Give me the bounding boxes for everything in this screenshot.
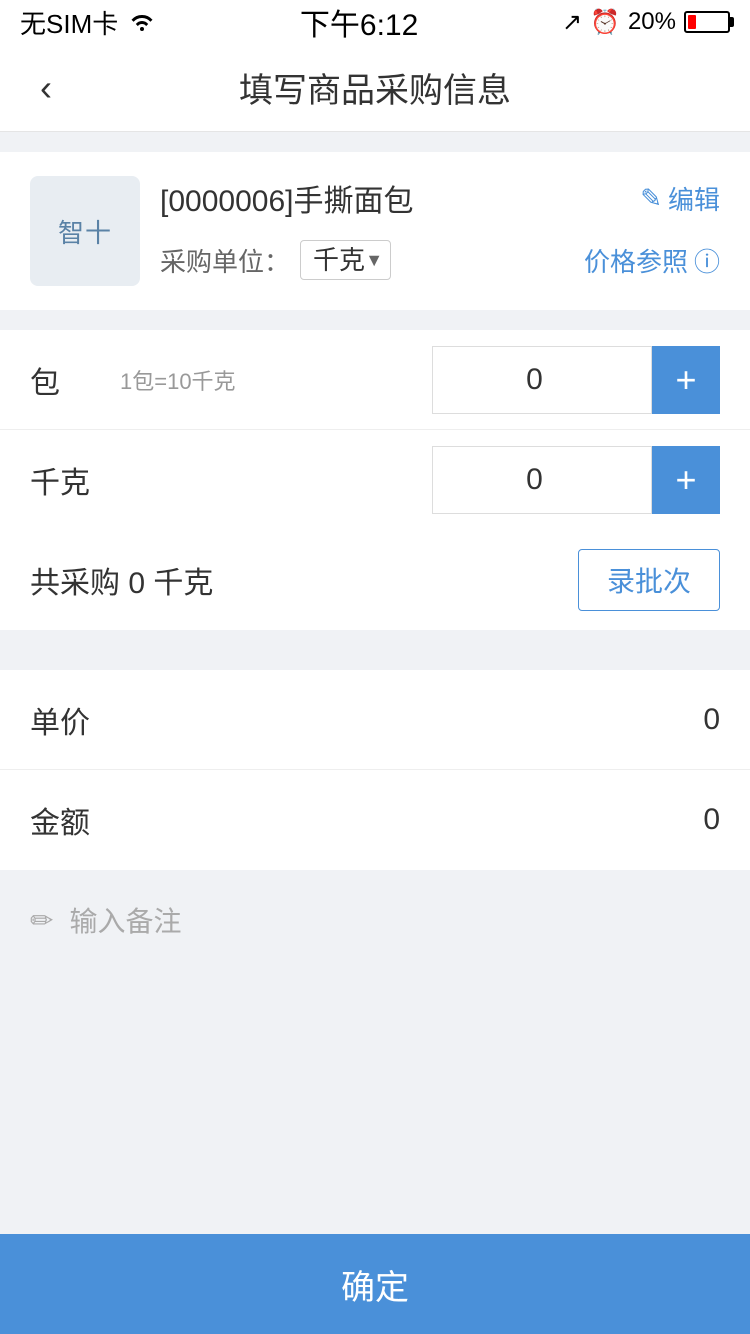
product-image-text: 智十	[58, 213, 112, 250]
product-card: 智十 [0000006]手撕面包 ✎ 编辑 采购单位： 千克 价格参照 ⓘ	[0, 152, 750, 310]
back-button[interactable]: ‹	[30, 57, 62, 119]
kg-plus-button[interactable]: +	[652, 446, 720, 514]
pencil-icon: ✏	[30, 904, 53, 937]
unit-price-value: 0	[703, 703, 720, 737]
kg-input-row: 千克 +	[0, 430, 750, 530]
location-icon: ↗	[562, 8, 582, 37]
unit-select[interactable]: 千克	[300, 240, 391, 280]
carrier-text: 无SIM卡	[20, 4, 118, 41]
unit-price-row: 单价 0	[0, 670, 750, 770]
bag-input-control: +	[432, 346, 720, 414]
edit-button[interactable]: ✎ 编辑	[640, 180, 720, 217]
amount-label: 金额	[30, 798, 90, 842]
edit-label: 编辑	[668, 180, 720, 217]
bag-sublabel: 1包=10千克	[120, 364, 432, 396]
input-section: 包 1包=10千克 + 千克 +	[0, 330, 750, 530]
unit-label: 采购单位：	[160, 242, 290, 279]
product-info: [0000006]手撕面包 ✎ 编辑 采购单位： 千克 价格参照 ⓘ	[160, 176, 720, 280]
status-time: 下午6:12	[300, 0, 418, 44]
price-ref-button[interactable]: 价格参照 ⓘ	[584, 242, 720, 279]
bag-input-row: 包 1包=10千克 +	[0, 330, 750, 430]
product-name: [0000006]手撕面包	[160, 176, 413, 220]
status-right: ↗ ⏰ 20%	[562, 8, 730, 37]
product-name-row: [0000006]手撕面包 ✎ 编辑	[160, 176, 720, 220]
bag-number-input[interactable]	[432, 346, 652, 414]
battery-percent: 20%	[628, 8, 676, 36]
alarm-icon: ⏰	[590, 8, 620, 37]
batch-button[interactable]: 录批次	[578, 549, 720, 611]
edit-icon: ✎	[640, 183, 662, 214]
wifi-icon	[128, 7, 156, 38]
divider-2	[0, 630, 750, 650]
info-icon: ⓘ	[694, 242, 720, 279]
summary-row: 共采购 0 千克 录批次	[0, 530, 750, 630]
status-left: 无SIM卡	[20, 4, 156, 41]
product-image: 智十	[30, 176, 140, 286]
summary-text: 共采购 0 千克	[30, 558, 213, 602]
notes-section[interactable]: ✏ 输入备注	[0, 870, 750, 1170]
amount-value: 0	[703, 803, 720, 837]
info-section: 单价 0 金额 0	[0, 670, 750, 870]
amount-row: 金额 0	[0, 770, 750, 870]
purchase-unit-row: 采购单位： 千克 价格参照 ⓘ	[160, 240, 720, 280]
divider-1	[0, 310, 750, 330]
status-bar: 无SIM卡 下午6:12 ↗ ⏰ 20%	[0, 0, 750, 44]
notes-placeholder: 输入备注	[69, 900, 181, 940]
nav-title: 填写商品采购信息	[239, 63, 511, 112]
battery-icon	[684, 11, 730, 33]
price-ref-label: 价格参照	[584, 242, 688, 279]
kg-input-control: +	[432, 446, 720, 514]
bag-label: 包	[30, 358, 110, 402]
kg-label: 千克	[30, 458, 110, 502]
confirm-button[interactable]: 确定	[0, 1234, 750, 1334]
unit-select-wrapper[interactable]: 千克	[290, 240, 391, 280]
bag-plus-button[interactable]: +	[652, 346, 720, 414]
notes-row: ✏ 输入备注	[30, 900, 720, 940]
nav-bar: ‹ 填写商品采购信息	[0, 44, 750, 132]
kg-number-input[interactable]	[432, 446, 652, 514]
unit-price-label: 单价	[30, 698, 90, 742]
